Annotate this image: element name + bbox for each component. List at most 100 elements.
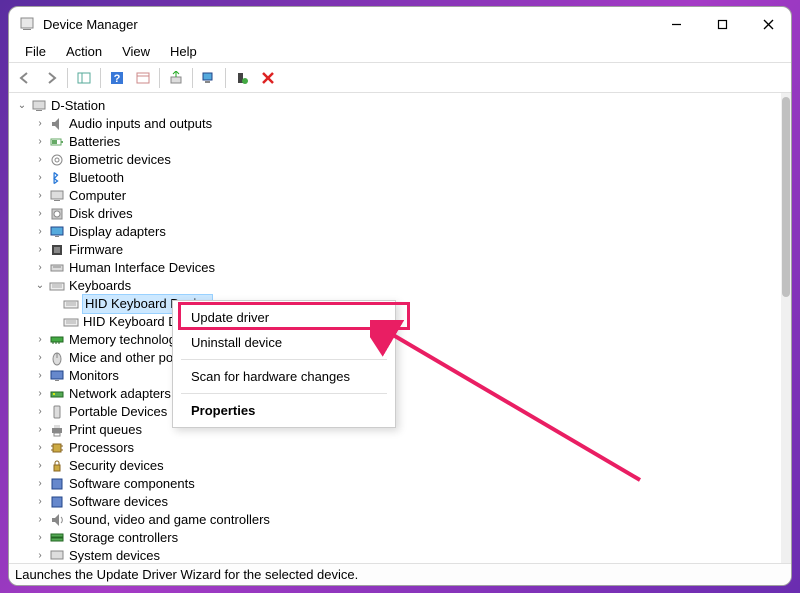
svg-text:?: ?	[114, 73, 121, 85]
chevron-right-icon[interactable]: ›	[33, 493, 47, 511]
network-icon	[49, 386, 65, 402]
tree-category[interactable]: › Security devices	[15, 457, 781, 475]
tree-category[interactable]: ›Memory technology devices	[15, 331, 781, 349]
tree-category[interactable]: ›Disk drives	[15, 205, 781, 223]
menu-view[interactable]: View	[112, 42, 160, 61]
uninstall-button[interactable]	[230, 66, 254, 90]
bluetooth-icon	[49, 170, 65, 186]
chevron-down-icon[interactable]: ⌄	[15, 97, 29, 115]
tree-category[interactable]: ›Bluetooth	[15, 169, 781, 187]
tree-category[interactable]: › Display adapters	[15, 223, 781, 241]
hid-icon	[49, 260, 65, 276]
tree-category[interactable]: › System devices	[15, 547, 781, 563]
menu-file[interactable]: File	[15, 42, 56, 61]
chevron-right-icon[interactable]: ›	[33, 511, 47, 529]
toolbar-separator	[100, 68, 101, 88]
sound-icon	[49, 512, 65, 528]
context-menu-separator	[181, 359, 387, 360]
delete-button[interactable]	[256, 66, 280, 90]
show-hide-tree-button[interactable]	[72, 66, 96, 90]
menu-help[interactable]: Help	[160, 42, 207, 61]
chevron-right-icon[interactable]: ›	[33, 529, 47, 547]
menubar: File Action View Help	[9, 41, 791, 63]
scroll-thumb[interactable]	[782, 97, 790, 297]
audio-icon	[49, 116, 65, 132]
tree-root[interactable]: ⌄D-Station	[15, 97, 781, 115]
tree-category[interactable]: ›Audio inputs and outputs	[15, 115, 781, 133]
tree-category[interactable]: ›Monitors	[15, 367, 781, 385]
tree-category-label: Display adapters	[69, 223, 166, 241]
tree-category[interactable]: ›Computer	[15, 187, 781, 205]
chevron-right-icon[interactable]: ›	[33, 205, 47, 223]
tree-category[interactable]: ⌄Keyboards	[15, 277, 781, 295]
tree-category[interactable]: ›Batteries	[15, 133, 781, 151]
tree-device[interactable]: HID Keyboard Device	[15, 313, 781, 331]
tree-category-label: Firmware	[69, 241, 123, 259]
chevron-right-icon[interactable]: ›	[33, 367, 47, 385]
help-button[interactable]: ?	[105, 66, 129, 90]
scan-hardware-button[interactable]	[197, 66, 221, 90]
tree-category[interactable]: › Print queues	[15, 421, 781, 439]
ctx-properties[interactable]: Properties	[173, 398, 395, 423]
chevron-right-icon[interactable]: ›	[33, 151, 47, 169]
chevron-right-icon[interactable]: ›	[33, 403, 47, 421]
chevron-right-icon[interactable]: ›	[33, 547, 47, 563]
tree-category-label: Human Interface Devices	[69, 259, 215, 277]
action-button[interactable]	[131, 66, 155, 90]
tree-category[interactable]: ›Sound, video and game controllers	[15, 511, 781, 529]
tree-category[interactable]: ›Portable Devices	[15, 403, 781, 421]
chevron-down-icon[interactable]: ⌄	[33, 277, 47, 295]
chevron-right-icon[interactable]: ›	[33, 457, 47, 475]
tree-category[interactable]: ›Software devices	[15, 493, 781, 511]
back-button[interactable]	[13, 66, 37, 90]
tree-category-label: Storage controllers	[69, 529, 178, 547]
statusbar: Launches the Update Driver Wizard for th…	[9, 563, 791, 585]
chevron-right-icon[interactable]: ›	[33, 475, 47, 493]
tree-device[interactable]: HID Keyboard Device	[15, 295, 781, 313]
tree-category[interactable]: ›Processors	[15, 439, 781, 457]
chevron-right-icon[interactable]: ›	[33, 331, 47, 349]
ctx-update-driver[interactable]: Update driver	[173, 305, 395, 330]
chevron-right-icon[interactable]: ›	[33, 115, 47, 133]
app-icon	[19, 16, 35, 32]
tree-category[interactable]: › Storage controllers	[15, 529, 781, 547]
keyboard-icon	[63, 296, 79, 312]
close-button[interactable]	[745, 7, 791, 41]
maximize-button[interactable]	[699, 7, 745, 41]
chevron-right-icon[interactable]: ›	[33, 187, 47, 205]
tree-category-label: System devices	[69, 547, 160, 563]
forward-button[interactable]	[39, 66, 63, 90]
chevron-right-icon[interactable]: ›	[33, 439, 47, 457]
tree-category[interactable]: › Firmware	[15, 241, 781, 259]
system-icon	[49, 548, 65, 563]
minimize-button[interactable]	[653, 7, 699, 41]
scrollbar[interactable]	[781, 93, 791, 563]
display-icon	[49, 224, 65, 240]
tree-category[interactable]: › Human Interface Devices	[15, 259, 781, 277]
keyboard-icon	[49, 278, 65, 294]
computer-icon	[49, 188, 65, 204]
tree-category[interactable]: ›Mice and other pointing devices	[15, 349, 781, 367]
chevron-right-icon[interactable]: ›	[33, 259, 47, 277]
chevron-right-icon[interactable]: ›	[33, 133, 47, 151]
tree-category[interactable]: › Network adapters	[15, 385, 781, 403]
ctx-scan-for-hardware-changes[interactable]: Scan for hardware changes	[173, 364, 395, 389]
update-driver-button[interactable]	[164, 66, 188, 90]
context-menu-separator	[181, 393, 387, 394]
storage-icon	[49, 530, 65, 546]
tree-category[interactable]: ›Software components	[15, 475, 781, 493]
menu-action[interactable]: Action	[56, 42, 112, 61]
tree-category-label: Security devices	[69, 457, 164, 475]
tree-category-label: Print queues	[69, 421, 142, 439]
chevron-right-icon[interactable]: ›	[33, 349, 47, 367]
tree-category-label: Network adapters	[69, 385, 171, 403]
device-manager-window: Device Manager File Action View Help ? ⌄…	[8, 6, 792, 586]
chevron-right-icon[interactable]: ›	[33, 421, 47, 439]
ctx-uninstall-device[interactable]: Uninstall device	[173, 330, 395, 355]
chevron-right-icon[interactable]: ›	[33, 169, 47, 187]
tree-category[interactable]: ›Biometric devices	[15, 151, 781, 169]
chevron-right-icon[interactable]: ›	[33, 241, 47, 259]
security-icon	[49, 458, 65, 474]
chevron-right-icon[interactable]: ›	[33, 223, 47, 241]
chevron-right-icon[interactable]: ›	[33, 385, 47, 403]
